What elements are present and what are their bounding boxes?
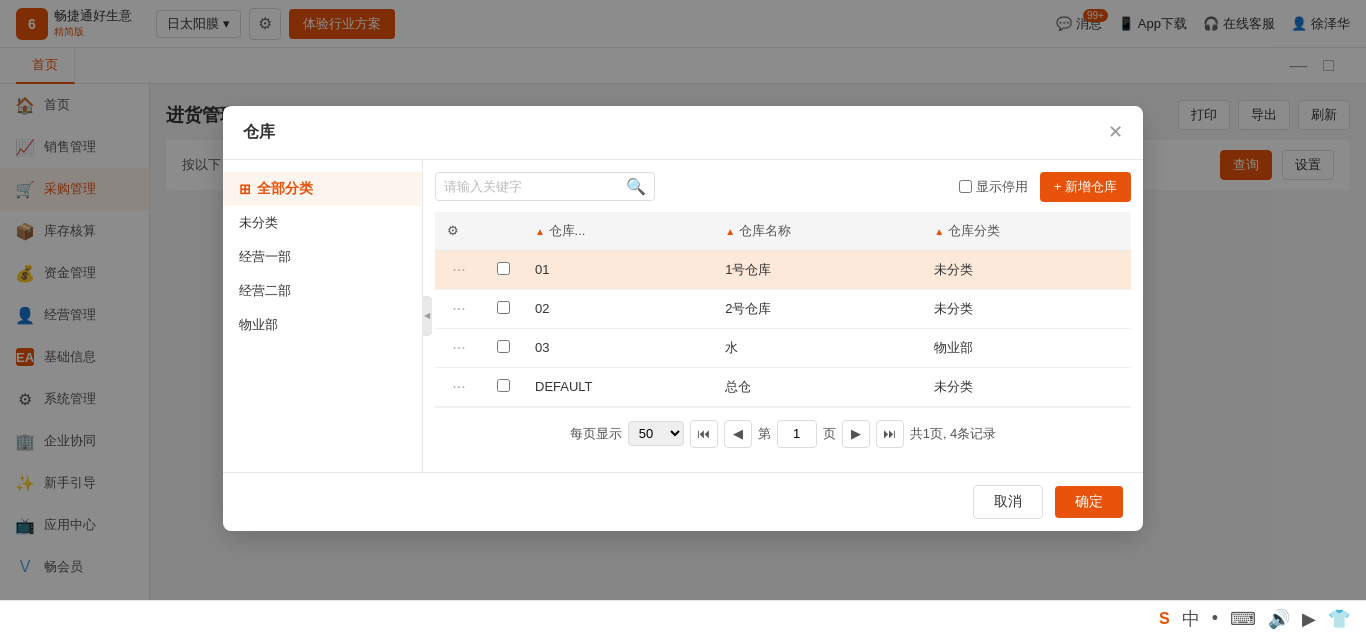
warehouse-table: ⚙ ▲ 仓库... ▲ 仓库名称 xyxy=(435,212,1131,407)
row-dots-1: ··· xyxy=(435,250,483,289)
row-code-1: 01 xyxy=(523,250,713,289)
table-panel: 🔍 显示停用 + 新增仓库 xyxy=(423,160,1143,472)
dialog-header: 仓库 ✕ xyxy=(223,106,1143,160)
grid-icon: ⊞ xyxy=(239,181,251,197)
category-all[interactable]: ⊞ 全部分类 xyxy=(223,172,422,206)
row-code-2: 02 xyxy=(523,289,713,328)
taskbar-logo-icon[interactable]: S xyxy=(1159,610,1170,628)
row-check-3[interactable] xyxy=(483,328,523,367)
category-item-unclassified[interactable]: 未分类 xyxy=(223,206,422,240)
search-box: 🔍 xyxy=(435,172,655,201)
row-check-1[interactable] xyxy=(483,250,523,289)
row-cat-4: 未分类 xyxy=(922,367,1131,406)
row-check-2[interactable] xyxy=(483,289,523,328)
sort-icon-cat: ▲ xyxy=(934,226,944,237)
last-page-button[interactable]: ⏭ xyxy=(876,420,904,448)
th-category: ▲ 仓库分类 xyxy=(922,212,1131,251)
row-name-1: 1号仓库 xyxy=(713,250,922,289)
gear-icon: ⚙ xyxy=(447,223,459,238)
table-row[interactable]: ··· 01 1号仓库 未分类 xyxy=(435,250,1131,289)
table-body: ··· 01 1号仓库 未分类 ··· 02 2号仓库 xyxy=(435,250,1131,406)
category-item-ops2[interactable]: 经营二部 xyxy=(223,274,422,308)
search-input[interactable] xyxy=(444,179,620,194)
dialog-body: ⊞ 全部分类 未分类 经营一部 经营二部 物业部 ◀ 🔍 xyxy=(223,160,1143,472)
row-name-2: 2号仓库 xyxy=(713,289,922,328)
category-panel: ⊞ 全部分类 未分类 经营一部 经营二部 物业部 ◀ xyxy=(223,160,423,472)
table-toolbar: 🔍 显示停用 + 新增仓库 xyxy=(435,172,1131,202)
close-button[interactable]: ✕ xyxy=(1108,123,1123,141)
taskbar-icons: S 中 • ⌨ 🔊 ▶ 👕 xyxy=(1159,607,1350,631)
taskbar-play-icon[interactable]: ▶ xyxy=(1302,608,1316,630)
show-disabled-checkbox[interactable] xyxy=(959,180,972,193)
collapse-panel-button[interactable]: ◀ xyxy=(422,296,432,336)
prev-page-button[interactable]: ◀ xyxy=(724,420,752,448)
dialog-title: 仓库 xyxy=(243,122,275,143)
confirm-button[interactable]: 确定 xyxy=(1055,486,1123,518)
category-item-property[interactable]: 物业部 xyxy=(223,308,422,342)
table-header: ⚙ ▲ 仓库... ▲ 仓库名称 xyxy=(435,212,1131,251)
row-cat-2: 未分类 xyxy=(922,289,1131,328)
taskbar-dot-icon[interactable]: • xyxy=(1212,608,1218,629)
row-code-3: 03 xyxy=(523,328,713,367)
table-row[interactable]: ··· 03 水 物业部 xyxy=(435,328,1131,367)
row-code-4: DEFAULT xyxy=(523,367,713,406)
cancel-button[interactable]: 取消 xyxy=(973,485,1043,519)
first-page-button[interactable]: ⏮ xyxy=(690,420,718,448)
row-dots-4: ··· xyxy=(435,367,483,406)
chevron-left-icon: ◀ xyxy=(424,311,430,320)
th-code: ▲ 仓库... xyxy=(523,212,713,251)
category-item-ops1[interactable]: 经营一部 xyxy=(223,240,422,274)
sort-icon: ▲ xyxy=(535,226,545,237)
table-row[interactable]: ··· 02 2号仓库 未分类 xyxy=(435,289,1131,328)
table-container: ⚙ ▲ 仓库... ▲ 仓库名称 xyxy=(435,212,1131,407)
show-disabled-label[interactable]: 显示停用 xyxy=(959,178,1028,196)
sort-icon-name: ▲ xyxy=(725,226,735,237)
taskbar: S 中 • ⌨ 🔊 ▶ 👕 xyxy=(0,600,1366,636)
next-page-button[interactable]: ▶ xyxy=(842,420,870,448)
new-warehouse-button[interactable]: + 新增仓库 xyxy=(1040,172,1131,202)
row-cat-3: 物业部 xyxy=(922,328,1131,367)
row-name-4: 总仓 xyxy=(713,367,922,406)
page-number-input[interactable] xyxy=(777,420,817,448)
dialog-footer: 取消 确定 xyxy=(223,472,1143,531)
taskbar-shirt-icon[interactable]: 👕 xyxy=(1328,608,1350,630)
th-settings: ⚙ xyxy=(435,212,483,251)
taskbar-keyboard-icon[interactable]: ⌨ xyxy=(1230,608,1256,630)
th-name: ▲ 仓库名称 xyxy=(713,212,922,251)
toolbar-right: 显示停用 + 新增仓库 xyxy=(959,172,1131,202)
row-cat-1: 未分类 xyxy=(922,250,1131,289)
warehouse-dialog: 仓库 ✕ ⊞ 全部分类 未分类 经营一部 经营二部 物业部 ◀ xyxy=(223,106,1143,531)
row-name-3: 水 xyxy=(713,328,922,367)
row-check-4[interactable] xyxy=(483,367,523,406)
th-checkbox xyxy=(483,212,523,251)
search-icon: 🔍 xyxy=(626,177,646,196)
taskbar-lang-icon[interactable]: 中 xyxy=(1182,607,1200,631)
taskbar-volume-icon[interactable]: 🔊 xyxy=(1268,608,1290,630)
dialog-overlay: 仓库 ✕ ⊞ 全部分类 未分类 经营一部 经营二部 物业部 ◀ xyxy=(0,0,1366,636)
table-row[interactable]: ··· DEFAULT 总仓 未分类 xyxy=(435,367,1131,406)
pagination: 每页显示 50 20 100 ⏮ ◀ 第 页 ▶ ⏭ 共1页, 4条记录 xyxy=(435,407,1131,460)
row-dots-2: ··· xyxy=(435,289,483,328)
row-dots-3: ··· xyxy=(435,328,483,367)
page-size-select[interactable]: 50 20 100 xyxy=(628,421,684,446)
